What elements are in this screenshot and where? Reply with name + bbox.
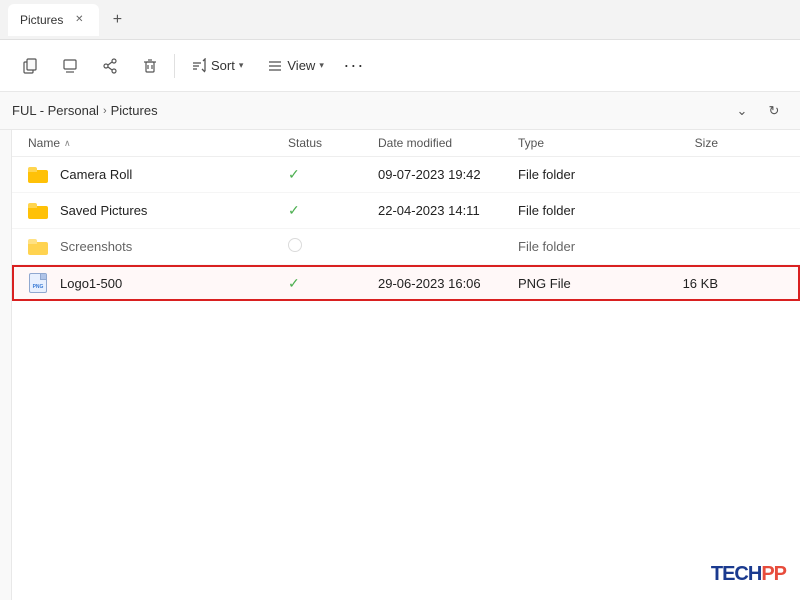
view-button[interactable]: View ▾ [257,52,333,80]
watermark: TECHPP [711,563,786,586]
breadcrumb: FUL - Personal › Pictures [12,103,720,118]
breadcrumb-separator: › [103,105,107,117]
plus-icon: + [113,11,122,29]
tab-area: Pictures ✕ + [8,4,131,36]
folder-icon [28,201,48,221]
sort-chevron-icon: ▾ [239,60,244,71]
file-size-cell: 16 KB [638,276,718,291]
file-date-cell: 22-04-2023 14:11 [378,203,518,218]
refresh-button[interactable]: ↻ [760,97,788,125]
table-row[interactable]: Camera Roll ✓ 09-07-2023 19:42 File fold… [12,157,800,193]
col-header-date[interactable]: Date modified [378,136,518,150]
toolbar-rename-button[interactable] [52,52,88,80]
file-name-cell: Saved Pictures [28,201,288,221]
close-icon: ✕ [75,14,83,25]
view-icon [267,58,283,74]
status-check-icon: ✓ [288,202,300,218]
col-header-size[interactable]: Size [638,136,718,150]
file-type-cell: File folder [518,239,638,254]
toolbar: Sort ▾ View ▾ ··· [0,40,800,92]
col-header-status[interactable]: Status [288,136,378,150]
table-row[interactable]: Saved Pictures ✓ 22-04-2023 14:11 File f… [12,193,800,229]
breadcrumb-part2[interactable]: Pictures [111,103,158,118]
address-actions: ⌄ ↻ [728,97,788,125]
more-options-button[interactable]: ··· [338,50,370,82]
table-row[interactable]: PNG Logo1-500 ✓ 29-06-2023 16:06 PNG Fil… [12,265,800,301]
dropdown-icon: ⌄ [737,103,748,119]
sort-label: Sort [211,58,235,73]
sidebar [0,130,12,600]
refresh-icon: ↻ [769,103,780,119]
status-check-icon: ✓ [288,166,300,182]
file-name-cell: Camera Roll [28,165,288,185]
file-type-cell: File folder [518,203,638,218]
tab-label: Pictures [20,13,63,27]
folder-icon [28,237,48,257]
delete-icon [142,58,158,74]
watermark-text2: PP [761,563,786,585]
table-row[interactable]: Screenshots File folder [12,229,800,265]
active-tab[interactable]: Pictures ✕ [8,4,99,36]
address-bar: FUL - Personal › Pictures ⌄ ↻ [0,92,800,130]
file-name: Screenshots [60,239,132,254]
breadcrumb-part1[interactable]: FUL - Personal [12,103,99,118]
watermark-text1: TECH [711,563,761,585]
file-date-cell: 09-07-2023 19:42 [378,167,518,182]
file-name-cell: Screenshots [28,237,288,257]
file-name-cell: PNG Logo1-500 [28,273,288,293]
title-bar: Pictures ✕ + [0,0,800,40]
status-check-icon: ✓ [288,275,300,291]
file-type-cell: File folder [518,167,638,182]
file-status-cell: ✓ [288,166,378,183]
status-circle-icon [288,238,302,252]
dropdown-button[interactable]: ⌄ [728,97,756,125]
new-tab-button[interactable]: + [103,6,131,34]
file-date-cell: 29-06-2023 16:06 [378,276,518,291]
rename-icon [62,58,78,74]
col-header-type[interactable]: Type [518,136,638,150]
close-tab-button[interactable]: ✕ [71,12,87,28]
view-chevron-icon: ▾ [319,60,324,71]
column-headers: Name ∧ Status Date modified Type Size [12,130,800,157]
sort-button[interactable]: Sort ▾ [181,52,253,80]
toolbar-separator [174,54,175,78]
copy-icon [22,58,38,74]
file-type-cell: PNG File [518,276,638,291]
more-icon: ··· [343,55,364,76]
toolbar-delete-button[interactable] [132,52,168,80]
file-list: Name ∧ Status Date modified Type Size Ca… [12,130,800,600]
file-status-cell: ✓ [288,275,378,292]
share-icon [102,58,118,74]
col-header-name[interactable]: Name ∧ [28,136,288,150]
png-file-icon: PNG [28,273,48,293]
file-name: Saved Pictures [60,203,147,218]
sort-arrow-icon: ∧ [64,138,71,149]
file-rows-container: Camera Roll ✓ 09-07-2023 19:42 File fold… [12,157,800,301]
file-name: Logo1-500 [60,276,122,291]
content-area: Name ∧ Status Date modified Type Size Ca… [0,130,800,600]
toolbar-share-button[interactable] [92,52,128,80]
col-name-label: Name [28,136,60,150]
view-label: View [287,58,315,73]
folder-icon [28,165,48,185]
file-status-cell: ✓ [288,202,378,219]
sort-icon [191,58,207,74]
file-status-cell [288,238,378,255]
file-name: Camera Roll [60,167,132,182]
toolbar-copy-button[interactable] [12,52,48,80]
